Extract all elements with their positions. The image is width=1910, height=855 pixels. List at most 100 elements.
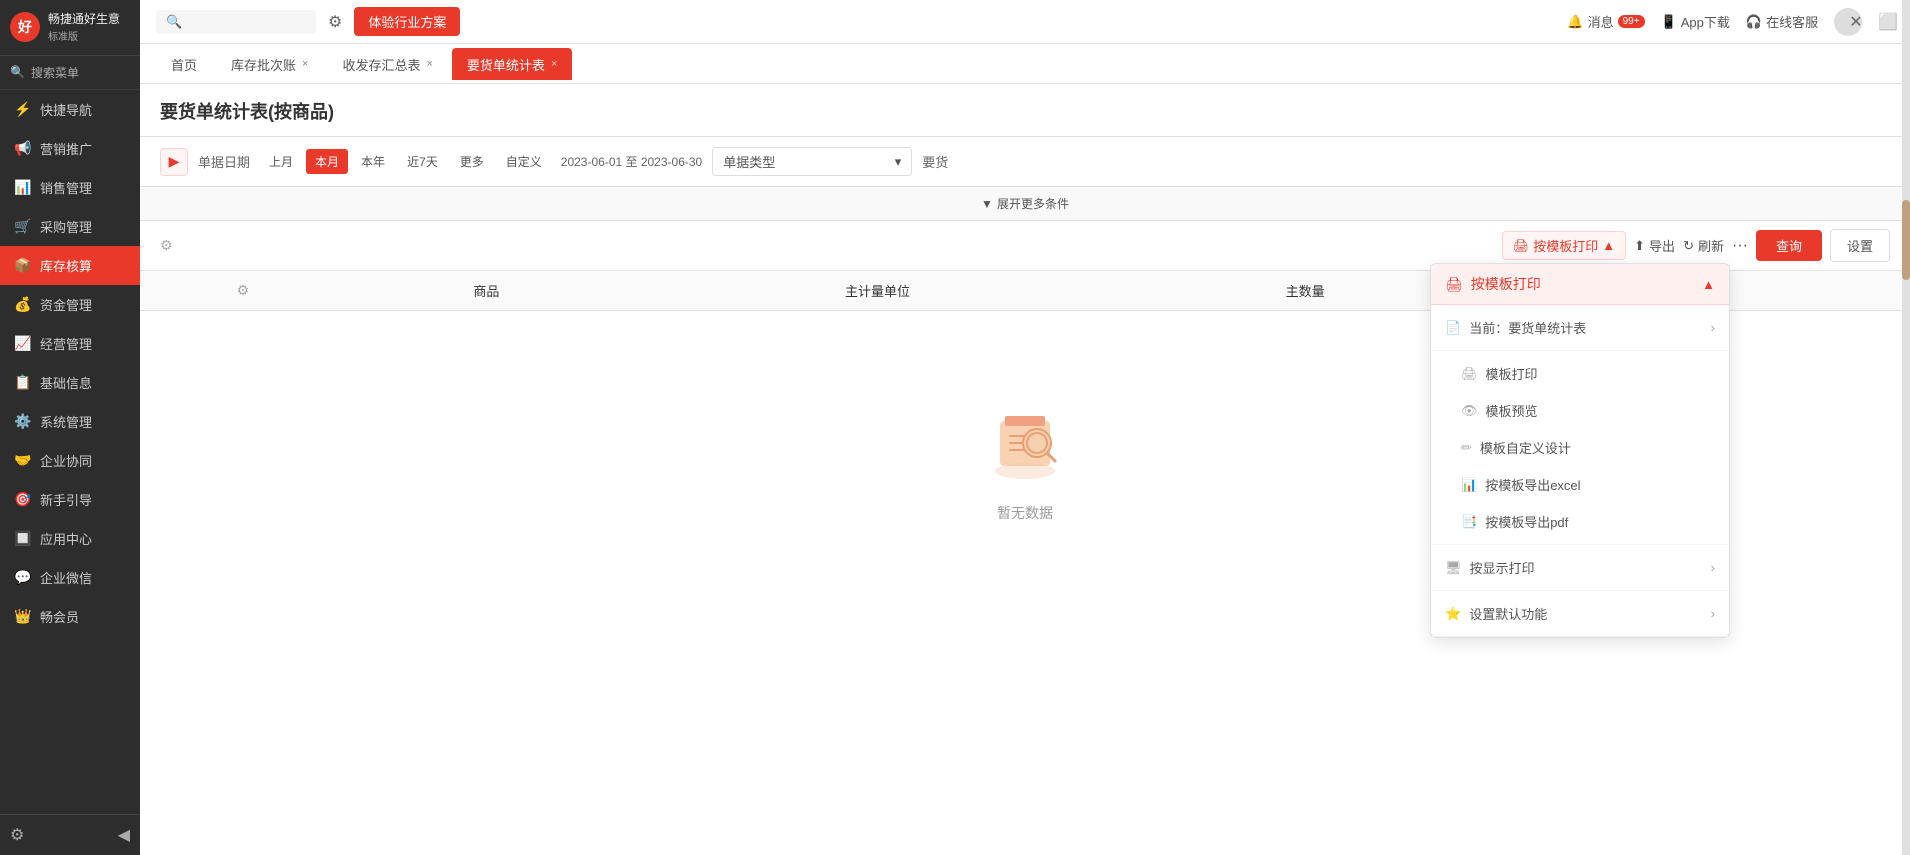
sidebar-item-label: 系统管理 bbox=[40, 412, 92, 431]
sidebar-item-collab[interactable]: 🤝 企业协同 bbox=[0, 441, 140, 480]
notifications-badge: 99+ bbox=[1618, 15, 1645, 28]
page-content: 要货单统计表(按商品) ▶ 单据日期 上月 本月 本年 近7天 更多 自定义 2… bbox=[140, 84, 1910, 855]
dropdown-item-export-pdf[interactable]: 📑 按模板导出pdf bbox=[1431, 503, 1729, 540]
tab-batch-accounts[interactable]: 库存批次账 × bbox=[216, 48, 323, 80]
dropdown-item-template-print[interactable]: 🖨 模板打印 bbox=[1431, 355, 1729, 392]
date-btn-prev-month[interactable]: 上月 bbox=[260, 149, 302, 174]
sidebar-item-marketing[interactable]: 📢 营销推广 bbox=[0, 129, 140, 168]
expand-more-button[interactable]: ▼ 展开更多条件 bbox=[981, 195, 1069, 212]
sidebar: 好 畅捷通好生意 标准版 🔍 搜索菜单 ⚡ 快捷导航 📢 营销推广 📊 销售管理… bbox=[0, 0, 140, 855]
expand-filter-button[interactable]: ▶ bbox=[160, 148, 188, 176]
dropdown-current-section: 📄 当前：要货单统计表 › bbox=[1431, 305, 1729, 351]
sidebar-item-label: 畅会员 bbox=[40, 607, 79, 626]
topbar-search-icon: 🔍 bbox=[166, 14, 182, 30]
settings-bottom-icon[interactable]: ⚙ bbox=[10, 825, 24, 845]
bell-icon: 🔔 bbox=[1567, 14, 1583, 30]
wechat-icon: 💬 bbox=[14, 569, 32, 586]
dropdown-set-default[interactable]: ⭐ 设置默认功能 › bbox=[1431, 595, 1729, 632]
sidebar-bottom: ⚙ ◀ bbox=[0, 814, 140, 855]
maximize-window-button[interactable]: ⬜ bbox=[1874, 8, 1902, 36]
dropdown-current-template[interactable]: 📄 当前：要货单统计表 › bbox=[1431, 309, 1729, 346]
table-settings-icon[interactable]: ⚙ bbox=[237, 282, 250, 298]
tab-home[interactable]: 首页 bbox=[156, 48, 212, 80]
more-icon[interactable]: ··· bbox=[1732, 237, 1748, 255]
purchase-icon: 🛒 bbox=[14, 218, 32, 235]
chevron-right-icon-2: › bbox=[1711, 560, 1715, 575]
sidebar-item-app-center[interactable]: 🔲 应用中心 bbox=[0, 519, 140, 558]
sidebar-item-guide[interactable]: 🎯 新手引导 bbox=[0, 480, 140, 519]
print-template-button[interactable]: 🖨 按模板打印 ▲ bbox=[1502, 231, 1626, 260]
sidebar-item-purchase[interactable]: 🛒 采购管理 bbox=[0, 207, 140, 246]
headset-icon: 🎧 bbox=[1746, 14, 1762, 30]
finance-icon: 💰 bbox=[14, 296, 32, 313]
toolbar: ⚙ 🖨 按模板打印 ▲ ⬆ 导出 ↻ 刷新 ··· 查询 设置 bbox=[140, 221, 1910, 271]
sidebar-item-label: 采购管理 bbox=[40, 217, 92, 236]
current-template-label: 当前：要货单统计表 bbox=[1469, 318, 1586, 337]
trial-button[interactable]: 体验行业方案 bbox=[354, 7, 460, 36]
current-template-left: 📄 当前：要货单统计表 bbox=[1445, 318, 1586, 337]
date-btn-this-year[interactable]: 本年 bbox=[352, 149, 394, 174]
right-scrollbar[interactable] bbox=[1902, 0, 1910, 855]
tab-close-icon[interactable]: × bbox=[551, 58, 557, 70]
sidebar-item-label: 经营管理 bbox=[40, 334, 92, 353]
notifications-button[interactable]: 🔔 消息 99+ bbox=[1567, 12, 1644, 31]
member-icon: 👑 bbox=[14, 608, 32, 625]
gear-settings-icon[interactable]: ⚙ bbox=[160, 237, 173, 254]
dropdown-display-print[interactable]: 🖥 按显示打印 › bbox=[1431, 549, 1729, 586]
sidebar-item-operation[interactable]: 📈 经营管理 bbox=[0, 324, 140, 363]
sidebar-item-finance[interactable]: 💰 资金管理 bbox=[0, 285, 140, 324]
dropdown-item-template-preview[interactable]: 👁 模板预览 bbox=[1431, 392, 1729, 429]
download-icon: 📱 bbox=[1661, 14, 1677, 30]
sidebar-item-label: 基础信息 bbox=[40, 373, 92, 392]
date-btn-this-month[interactable]: 本月 bbox=[306, 149, 348, 174]
star-icon: ⭐ bbox=[1445, 606, 1461, 622]
tab-collection-summary[interactable]: 收发存汇总表 × bbox=[327, 48, 447, 80]
table-col-settings[interactable]: ⚙ bbox=[140, 271, 346, 311]
topbar-left: 🔍 ⚙ 体验行业方案 bbox=[156, 7, 460, 36]
tabbar: 首页 库存批次账 × 收发存汇总表 × 要货单统计表 × bbox=[140, 44, 1910, 84]
collapse-icon[interactable]: ◀ bbox=[118, 825, 130, 845]
sidebar-item-label: 企业协同 bbox=[40, 451, 92, 470]
date-btn-more[interactable]: 更多 bbox=[451, 149, 493, 174]
sidebar-item-wechat[interactable]: 💬 企业微信 bbox=[0, 558, 140, 597]
refresh-button[interactable]: ↻ 刷新 bbox=[1683, 236, 1724, 255]
query-button[interactable]: 查询 bbox=[1756, 230, 1822, 261]
guide-icon: 🎯 bbox=[14, 491, 32, 508]
dropdown-item-template-custom[interactable]: ✏ 模板自定义设计 bbox=[1431, 429, 1729, 466]
search-icon: 🔍 bbox=[10, 65, 25, 79]
close-window-button[interactable]: ✕ bbox=[1842, 8, 1870, 36]
date-btn-custom[interactable]: 自定义 bbox=[497, 149, 551, 174]
topbar-gear-icon[interactable]: ⚙ bbox=[328, 12, 342, 32]
search-menu[interactable]: 🔍 搜索菜单 bbox=[0, 56, 140, 90]
toolbar-left: ⚙ bbox=[160, 237, 173, 254]
date-btn-7days[interactable]: 近7天 bbox=[398, 149, 447, 174]
pdf-icon: 📑 bbox=[1461, 514, 1477, 530]
order-type-select[interactable]: 单据类型 ▾ bbox=[712, 147, 912, 176]
refresh-label: 刷新 bbox=[1698, 236, 1724, 255]
date-btn-group: 上月 本月 本年 近7天 更多 自定义 bbox=[260, 149, 551, 174]
dropdown-close-icon[interactable]: ▲ bbox=[1702, 277, 1715, 292]
operation-icon: 📈 bbox=[14, 335, 32, 352]
printer-icon: 🖨 bbox=[1513, 238, 1530, 254]
tab-close-icon[interactable]: × bbox=[302, 58, 308, 70]
sidebar-item-inventory[interactable]: 📦 库存核算 bbox=[0, 246, 140, 285]
settings-button[interactable]: 设置 bbox=[1830, 229, 1890, 262]
sidebar-item-member[interactable]: 👑 畅会员 bbox=[0, 597, 140, 636]
dropdown-display-section: 🖥 按显示打印 › bbox=[1431, 545, 1729, 591]
tab-order-stats[interactable]: 要货单统计表 × bbox=[452, 48, 572, 80]
customer-service-button[interactable]: 🎧 在线客服 bbox=[1746, 12, 1818, 31]
sidebar-item-quick-nav[interactable]: ⚡ 快捷导航 bbox=[0, 90, 140, 129]
sidebar-item-sales[interactable]: 📊 销售管理 bbox=[0, 168, 140, 207]
sidebar-item-basic[interactable]: 📋 基础信息 bbox=[0, 363, 140, 402]
app-center-icon: 🔲 bbox=[14, 530, 32, 547]
tab-close-icon[interactable]: × bbox=[426, 58, 432, 70]
sidebar-item-label: 新手引导 bbox=[40, 490, 92, 509]
export-button[interactable]: ⬆ 导出 bbox=[1634, 236, 1675, 255]
scrollbar-thumb[interactable] bbox=[1902, 200, 1910, 280]
dropdown-actions-section: 🖨 模板打印 👁 模板预览 ✏ 模板自定义设计 📊 bbox=[1431, 351, 1729, 545]
topbar-search[interactable]: 🔍 bbox=[156, 10, 316, 34]
export-icon: ⬆ bbox=[1634, 238, 1645, 254]
app-download-button[interactable]: 📱 App下载 bbox=[1661, 12, 1730, 31]
dropdown-item-export-excel[interactable]: 📊 按模板导出excel bbox=[1431, 466, 1729, 503]
sidebar-item-system[interactable]: ⚙️ 系统管理 bbox=[0, 402, 140, 441]
